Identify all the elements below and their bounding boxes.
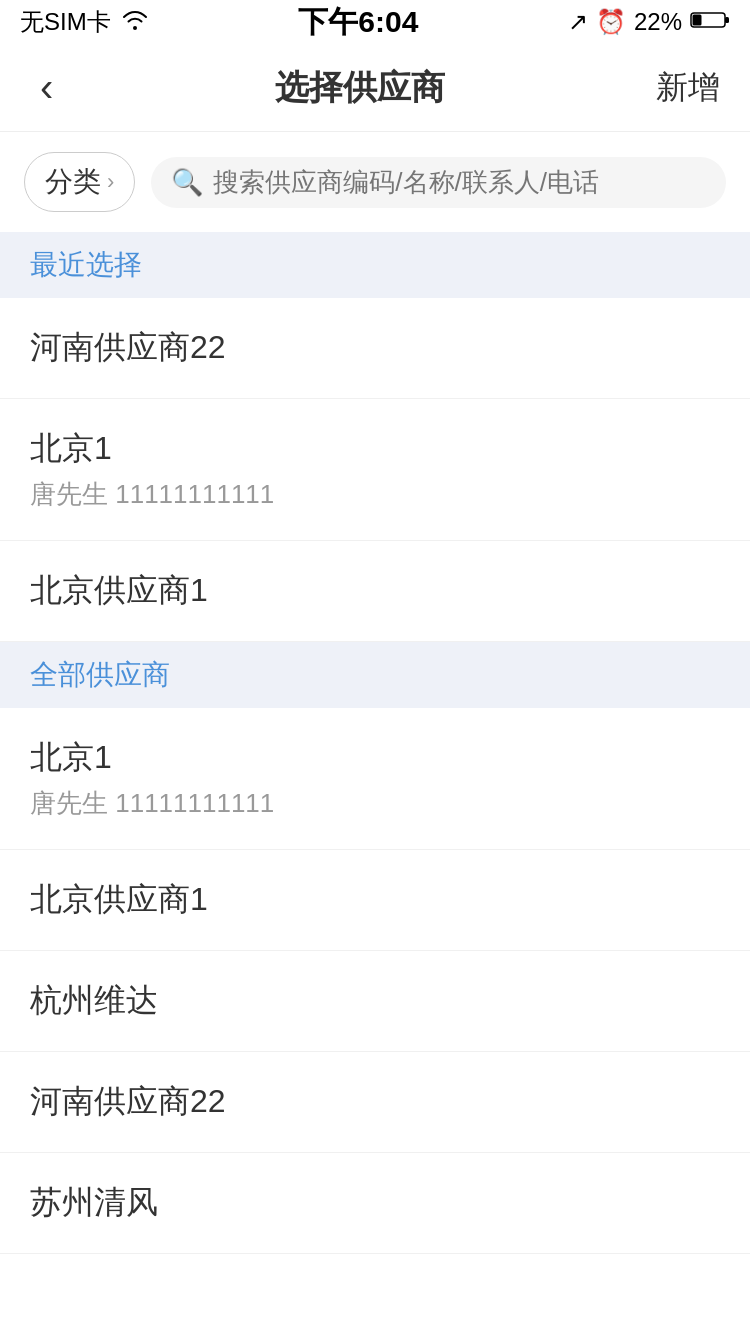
list-item[interactable]: 北京1 唐先生 11111111111 (0, 399, 750, 541)
all-section-header: 全部供应商 (0, 642, 750, 708)
battery-icon (690, 8, 730, 36)
item-name: 河南供应商22 (30, 326, 720, 370)
status-bar: 无SIM卡 下午6:04 ↗ ⏰ 22% (0, 0, 750, 44)
category-button[interactable]: 分类 › (24, 152, 135, 212)
list-item[interactable]: 河南供应商22 (0, 1052, 750, 1153)
nav-bar: ‹ 选择供应商 新增 (0, 44, 750, 132)
list-item[interactable]: 北京1 唐先生 11111111111 (0, 708, 750, 850)
time-display: 下午6:04 (298, 2, 418, 43)
list-item[interactable]: 杭州维达 (0, 951, 750, 1052)
wifi-icon (121, 8, 149, 36)
item-name: 杭州维达 (30, 979, 720, 1023)
item-name: 北京1 (30, 736, 720, 780)
item-name: 河南供应商22 (30, 1080, 720, 1124)
item-sub: 唐先生 11111111111 (30, 477, 720, 512)
all-section-label: 全部供应商 (30, 659, 170, 690)
item-sub: 唐先生 11111111111 (30, 786, 720, 821)
svg-rect-2 (692, 15, 701, 26)
recent-items-list: 河南供应商22 北京1 唐先生 11111111111 北京供应商1 (0, 298, 750, 642)
recent-section-header: 最近选择 (0, 232, 750, 298)
item-name: 北京1 (30, 427, 720, 471)
back-button[interactable]: ‹ (30, 55, 63, 120)
status-right: ↗ ⏰ 22% (568, 8, 730, 36)
list-item[interactable]: 北京供应商1 (0, 850, 750, 951)
filter-bar: 分类 › 🔍 (0, 132, 750, 232)
chevron-right-icon: › (107, 169, 114, 195)
category-label: 分类 (45, 163, 101, 201)
search-icon: 🔍 (171, 167, 203, 198)
location-icon: ↗ (568, 8, 588, 36)
search-input[interactable] (213, 167, 706, 198)
alarm-icon: ⏰ (596, 8, 626, 36)
all-items-list: 北京1 唐先生 11111111111 北京供应商1 杭州维达河南供应商22 苏州清风 (0, 708, 750, 1254)
search-box: 🔍 (151, 157, 726, 208)
item-name: 北京供应商1 (30, 878, 720, 922)
page-title: 选择供应商 (275, 65, 445, 111)
carrier-text: 无SIM卡 (20, 6, 111, 38)
status-left: 无SIM卡 (20, 6, 149, 38)
svg-rect-1 (725, 17, 729, 23)
list-item[interactable]: 河南供应商22 (0, 298, 750, 399)
list-item[interactable]: 北京供应商1 (0, 541, 750, 642)
battery-text: 22% (634, 8, 682, 36)
add-button[interactable]: 新增 (656, 66, 720, 110)
recent-section-label: 最近选择 (30, 249, 142, 280)
item-name: 北京供应商1 (30, 569, 720, 613)
item-name: 苏州清风 (30, 1181, 720, 1225)
list-item[interactable]: 苏州清风 (0, 1153, 750, 1254)
